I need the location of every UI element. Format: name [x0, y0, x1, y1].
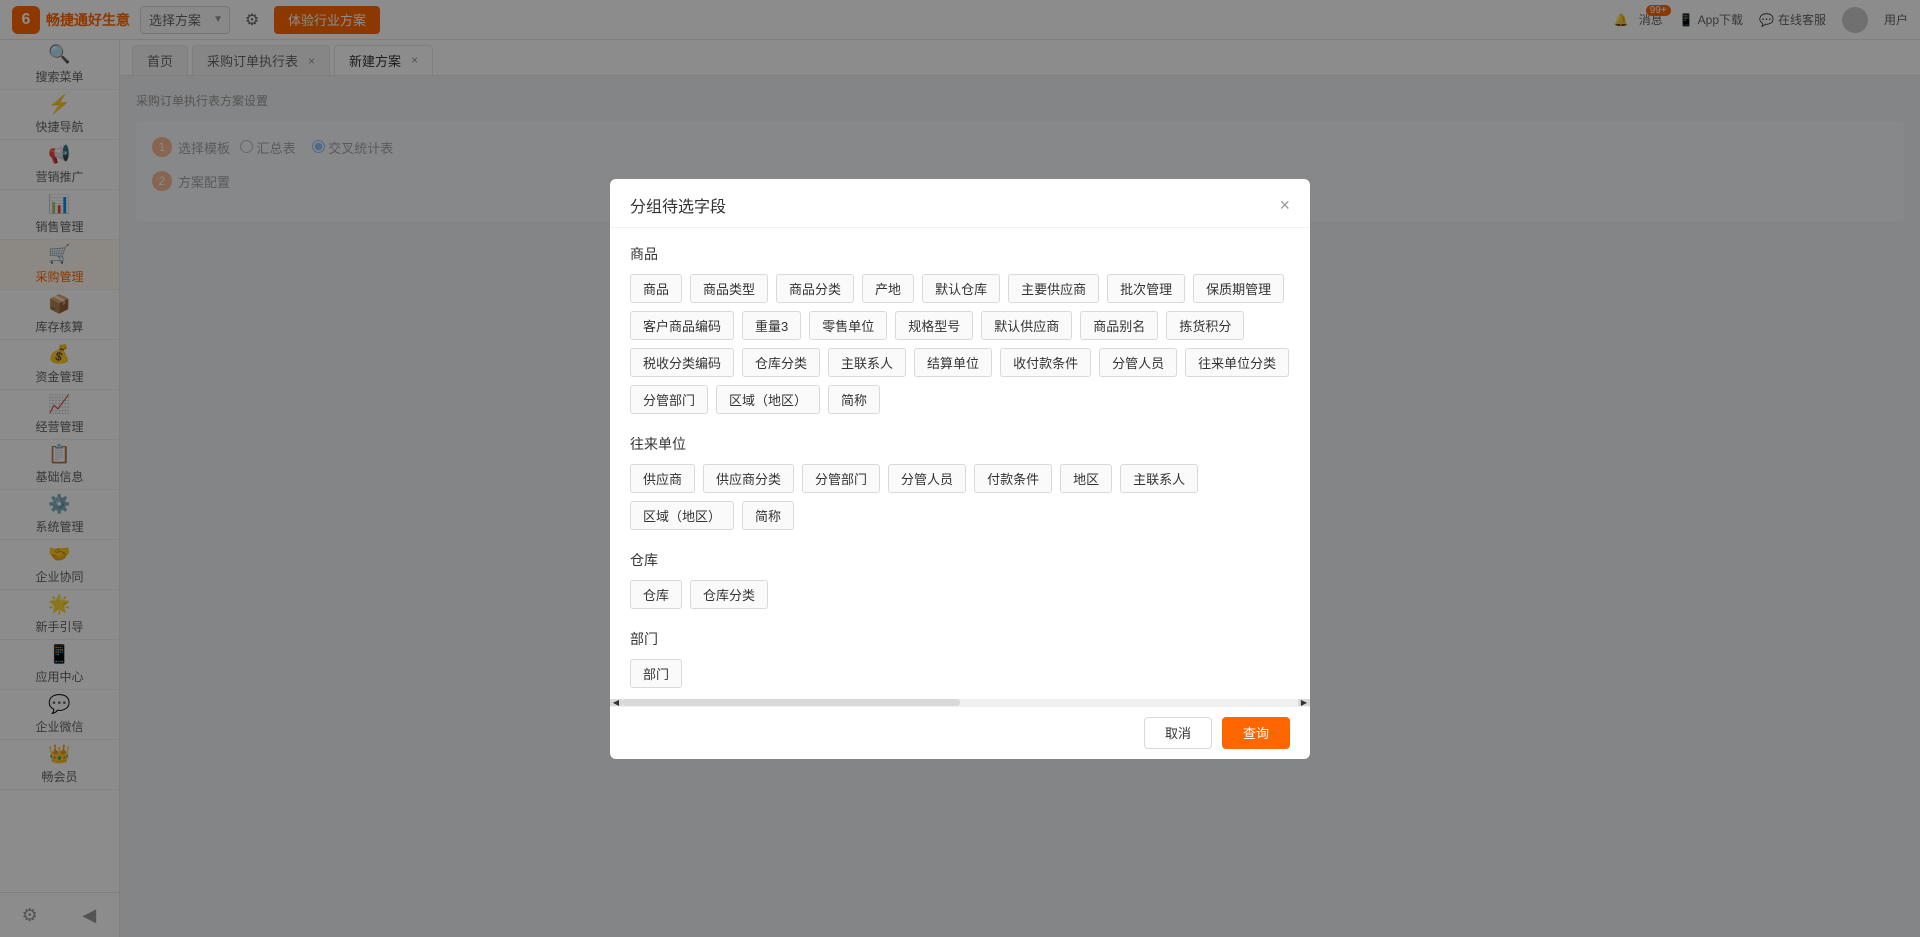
field-tag-warehouse-category[interactable]: 仓库分类 [742, 348, 820, 377]
field-tag-main-contact[interactable]: 主联系人 [828, 348, 906, 377]
field-tag-supplier[interactable]: 供应商 [630, 464, 695, 493]
field-tag-weight3[interactable]: 重量3 [742, 311, 801, 340]
scroll-right-btn[interactable]: ▶ [1298, 699, 1310, 706]
goods-fields: 商品 商品类型 商品分类 产地 默认仓库 主要供应商 批次管理 保质期管理 客户… [630, 274, 1290, 414]
section-counterpart: 往来单位 供应商 供应商分类 分管部门 分管人员 付款条件 地区 主联系人 区域… [630, 434, 1290, 530]
field-tag-default-supplier[interactable]: 默认供应商 [981, 311, 1072, 340]
section-counterpart-title: 往来单位 [630, 434, 1290, 454]
modal-title: 分组待选字段 [630, 193, 726, 217]
horizontal-scrollbar[interactable]: ◀ ▶ [610, 699, 1310, 706]
field-tag-batch-mgmt[interactable]: 批次管理 [1107, 274, 1185, 303]
field-tag-manager[interactable]: 分管人员 [1099, 348, 1177, 377]
counterpart-fields: 供应商 供应商分类 分管部门 分管人员 付款条件 地区 主联系人 区域（地区） … [630, 464, 1290, 530]
field-tag-abbr-goods[interactable]: 简称 [828, 385, 880, 414]
field-tag-goods[interactable]: 商品 [630, 274, 682, 303]
section-goods-title: 商品 [630, 244, 1290, 264]
field-tag-warehouse[interactable]: 仓库 [630, 580, 682, 609]
section-warehouse: 仓库 仓库 仓库分类 [630, 550, 1290, 609]
field-tag-goods-category[interactable]: 商品分类 [776, 274, 854, 303]
section-dept: 部门 部门 [630, 629, 1290, 688]
field-tag-dept[interactable]: 部门 [630, 659, 682, 688]
modal-footer: 取消 查询 [610, 706, 1310, 759]
scroll-left-btn[interactable]: ◀ [610, 699, 622, 706]
section-dept-title: 部门 [630, 629, 1290, 649]
field-tag-spec-model[interactable]: 规格型号 [895, 311, 973, 340]
field-tag-abbr-counterpart[interactable]: 简称 [742, 501, 794, 530]
field-tag-counterpart-category[interactable]: 往来单位分类 [1185, 348, 1289, 377]
dept-fields: 部门 [630, 659, 1290, 688]
modal-body: 商品 商品 商品类型 商品分类 产地 默认仓库 主要供应商 批次管理 保质期管理… [610, 228, 1310, 699]
field-tag-goods-alias[interactable]: 商品别名 [1080, 311, 1158, 340]
field-tag-origin[interactable]: 产地 [862, 274, 914, 303]
field-tag-default-warehouse[interactable]: 默认仓库 [922, 274, 1000, 303]
field-tag-payment-terms[interactable]: 收付款条件 [1000, 348, 1091, 377]
cancel-button[interactable]: 取消 [1144, 717, 1212, 749]
modal-close-btn[interactable]: × [1279, 196, 1290, 214]
section-warehouse-title: 仓库 [630, 550, 1290, 570]
field-tag-goods-type[interactable]: 商品类型 [690, 274, 768, 303]
modal-overlay[interactable]: 分组待选字段 × 商品 商品 商品类型 商品分类 产地 默认仓库 主要供应商 批… [0, 0, 1920, 937]
scroll-thumb [622, 699, 960, 706]
modal-header: 分组待选字段 × [610, 179, 1310, 228]
confirm-button[interactable]: 查询 [1222, 717, 1290, 749]
field-tag-dept-counterpart[interactable]: 分管部门 [802, 464, 880, 493]
warehouse-fields: 仓库 仓库分类 [630, 580, 1290, 609]
field-tag-region-counterpart[interactable]: 地区 [1060, 464, 1112, 493]
field-tag-main-supplier[interactable]: 主要供应商 [1008, 274, 1099, 303]
field-tag-shelf-life[interactable]: 保质期管理 [1193, 274, 1284, 303]
field-tag-payment-condition[interactable]: 付款条件 [974, 464, 1052, 493]
field-tag-warehouse-class[interactable]: 仓库分类 [690, 580, 768, 609]
field-tag-person-counterpart[interactable]: 分管人员 [888, 464, 966, 493]
field-tag-supplier-category[interactable]: 供应商分类 [703, 464, 794, 493]
field-tag-region-goods[interactable]: 区域（地区） [716, 385, 820, 414]
field-tag-retail-unit[interactable]: 零售单位 [809, 311, 887, 340]
section-goods: 商品 商品 商品类型 商品分类 产地 默认仓库 主要供应商 批次管理 保质期管理… [630, 244, 1290, 414]
field-tag-customer-code[interactable]: 客户商品编码 [630, 311, 734, 340]
field-selector-modal: 分组待选字段 × 商品 商品 商品类型 商品分类 产地 默认仓库 主要供应商 批… [610, 179, 1310, 759]
field-tag-dept-charge[interactable]: 分管部门 [630, 385, 708, 414]
field-tag-main-contact-counterpart[interactable]: 主联系人 [1120, 464, 1198, 493]
field-tag-region2-counterpart[interactable]: 区域（地区） [630, 501, 734, 530]
scroll-track [622, 699, 1298, 706]
field-tag-settlement-unit[interactable]: 结算单位 [914, 348, 992, 377]
field-tag-pick-points[interactable]: 拣货积分 [1166, 311, 1244, 340]
field-tag-tax-code[interactable]: 税收分类编码 [630, 348, 734, 377]
